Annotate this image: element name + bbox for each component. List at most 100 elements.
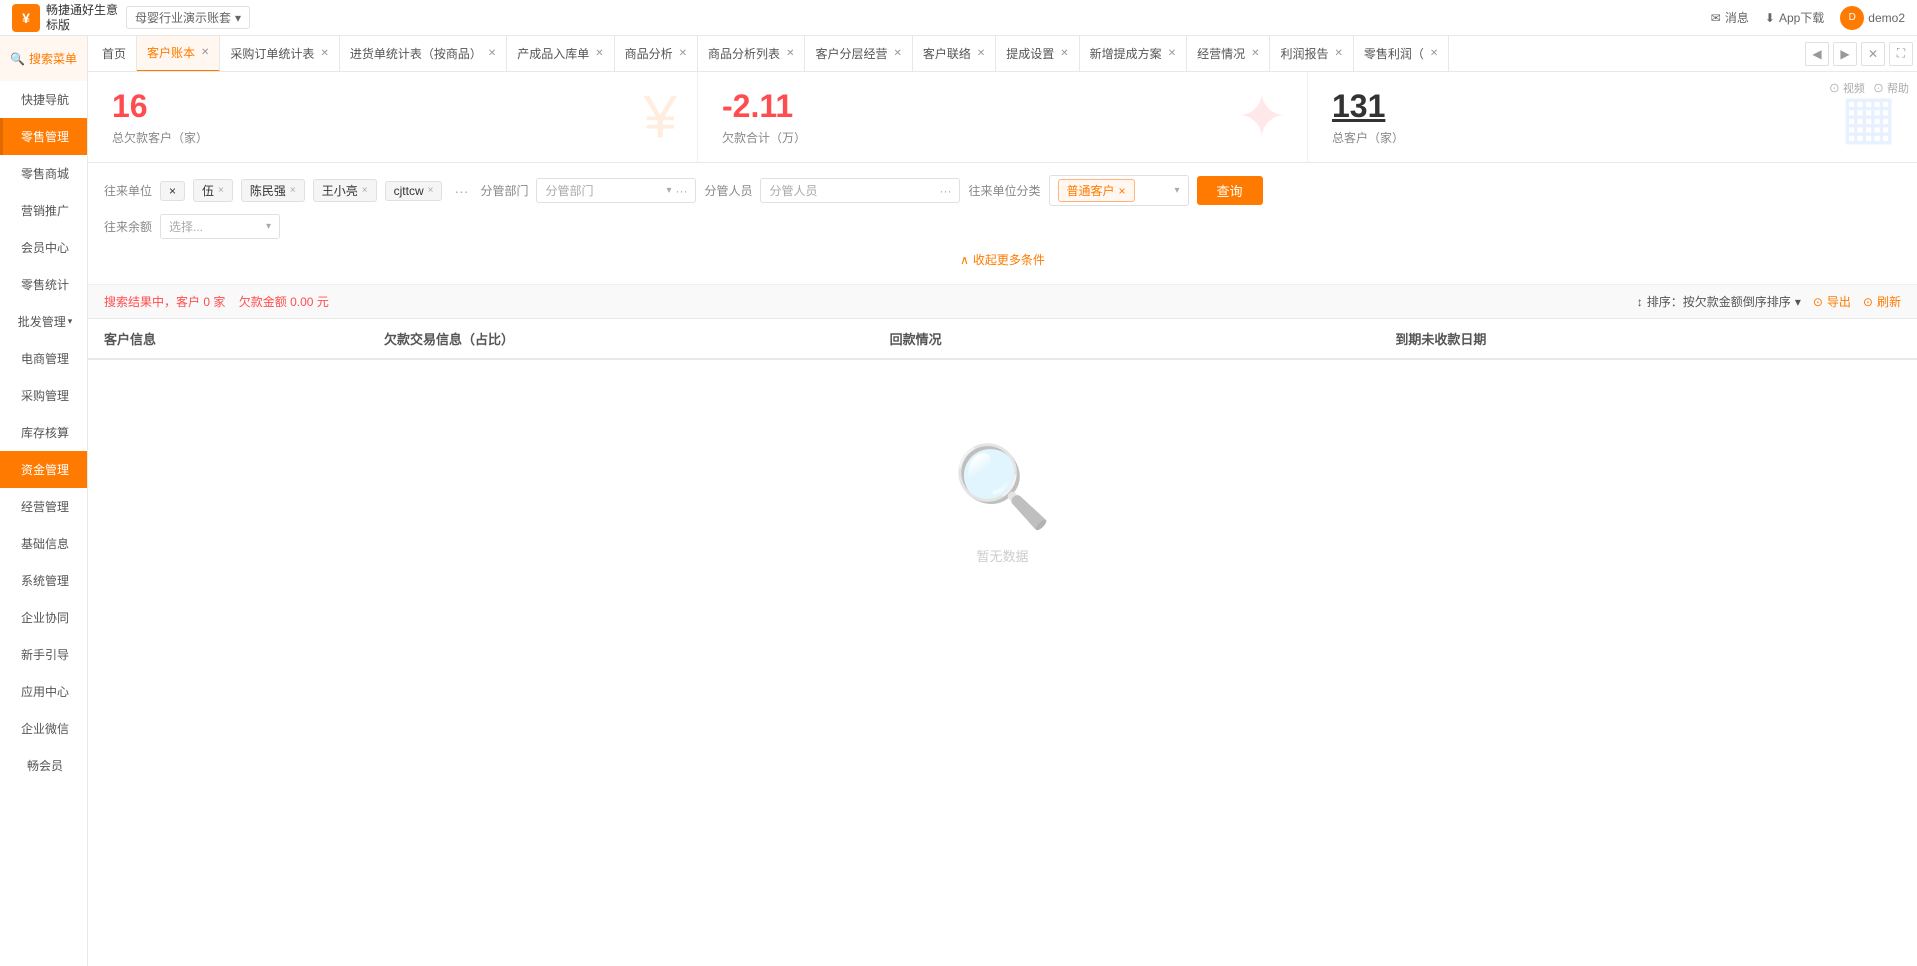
account-dropdown[interactable]: 母婴行业演示账套 ▾ bbox=[126, 6, 250, 29]
tab-profit-report[interactable]: 利润报告 ✕ bbox=[1270, 36, 1353, 72]
sidebar-item-marketing[interactable]: 营销推广 bbox=[0, 192, 87, 229]
filter-tag-close-wu[interactable]: × bbox=[218, 185, 224, 196]
tab-promote-settings[interactable]: 提成设置 ✕ bbox=[996, 36, 1079, 72]
tab-operation-status[interactable]: 经营情况 ✕ bbox=[1187, 36, 1270, 72]
filter-tag-close-chen[interactable]: × bbox=[290, 185, 296, 196]
message-btn[interactable]: ✉ 消息 bbox=[1711, 9, 1749, 26]
filter-tag-close-cjttcw[interactable]: × bbox=[428, 185, 434, 196]
sidebar-item-wholesale[interactable]: 批发管理 ▾ bbox=[0, 303, 87, 340]
tab-prev-btn[interactable]: ◀ bbox=[1805, 42, 1829, 66]
table-area: 客户信息 欠款交易信息（占比） 回款情况 到期未收款日期 🔍 暂无数据 bbox=[88, 319, 1917, 966]
sidebar-item-finance[interactable]: 资金管理 bbox=[0, 451, 87, 488]
sidebar-item-purchase[interactable]: 采购管理 bbox=[0, 377, 87, 414]
sidebar-item-retail-mgmt[interactable]: 零售管理 bbox=[0, 118, 87, 155]
tab-close-retail-profit[interactable]: ✕ bbox=[1430, 48, 1438, 59]
sidebar-item-system[interactable]: 系统管理 bbox=[0, 562, 87, 599]
sidebar: 🔍 搜索菜单 快捷导航 零售管理 零售商城 营销推广 会员中心 零售统计 批发管… bbox=[0, 36, 88, 966]
filter-person-select[interactable]: 分管人员 ··· bbox=[760, 178, 960, 203]
video-link[interactable]: ⊙ 视频 bbox=[1829, 80, 1865, 96]
tab-close-operation-status[interactable]: ✕ bbox=[1251, 48, 1259, 59]
tab-close-new-promote[interactable]: ✕ bbox=[1168, 48, 1176, 59]
sidebar-item-inventory[interactable]: 库存核算 bbox=[0, 414, 87, 451]
tab-customer-tier[interactable]: 客户分层经营 ✕ bbox=[805, 36, 912, 72]
stat-bg-star-icon: ✦ bbox=[1237, 82, 1287, 152]
filter-unit-class-select[interactable]: 普通客户 × ▾ bbox=[1049, 175, 1189, 206]
tab-customer-connect[interactable]: 客户联络 ✕ bbox=[913, 36, 996, 72]
filter-more-tags[interactable]: ··· bbox=[450, 183, 472, 199]
tab-close-promote-settings[interactable]: ✕ bbox=[1060, 48, 1068, 59]
filter-tag-close-normal[interactable]: × bbox=[1119, 184, 1126, 198]
sidebar-item-member[interactable]: 会员中心 bbox=[0, 229, 87, 266]
sidebar-item-ecommerce[interactable]: 电商管理 bbox=[0, 340, 87, 377]
tab-customer-book[interactable]: 客户账本 ✕ bbox=[137, 36, 220, 72]
filter-balance-select[interactable]: 选择... ▾ bbox=[160, 214, 280, 239]
tab-product-analysis[interactable]: 商品分析 ✕ bbox=[615, 36, 698, 72]
logo-icon: ¥ bbox=[12, 4, 40, 32]
chevron-up-icon: ∧ bbox=[960, 253, 969, 267]
result-bar: 搜索结果中，客户 0 家 欠款金额 0.00 元 ↕ 排序：按欠款金额倒序排序 … bbox=[88, 285, 1917, 319]
sidebar-item-basic-info[interactable]: 基础信息 bbox=[0, 525, 87, 562]
tab-close-purchase-stats[interactable]: ✕ bbox=[488, 48, 496, 59]
search-menu-btn[interactable]: 🔍 搜索菜单 bbox=[8, 46, 79, 71]
tab-close-all-btn[interactable]: ✕ bbox=[1861, 42, 1885, 66]
table-col-due-date: 到期未收款日期 bbox=[1395, 329, 1901, 348]
user-avatar-area[interactable]: D demo2 bbox=[1840, 6, 1905, 30]
download-icon: ⬇ bbox=[1765, 11, 1775, 25]
collapse-btn[interactable]: ∧ 收起更多条件 bbox=[948, 247, 1057, 272]
tab-product-instock[interactable]: 产成品入库单 ✕ bbox=[507, 36, 614, 72]
sidebar-item-enterprise-wechat[interactable]: 企业微信 bbox=[0, 710, 87, 747]
stat-overdue-amount: ✦ -2.11 欠款合计（万） bbox=[698, 72, 1308, 162]
filter-unit-class-label: 往来单位分类 bbox=[968, 182, 1040, 199]
filter-tag-unit-chen: 陈民强 × bbox=[241, 179, 305, 202]
tab-close-product-instock[interactable]: ✕ bbox=[595, 48, 603, 59]
tab-bar-actions: ◀ ▶ ✕ ⛶ bbox=[1805, 42, 1913, 66]
table-col-overdue-info: 欠款交易信息（占比） bbox=[384, 329, 890, 348]
export-btn[interactable]: ⊙ 导出 bbox=[1813, 293, 1851, 310]
message-icon: ✉ bbox=[1711, 11, 1721, 25]
sidebar-item-retail-stats[interactable]: 零售统计 bbox=[0, 266, 87, 303]
tab-next-btn[interactable]: ▶ bbox=[1833, 42, 1857, 66]
sidebar-item-quick-nav[interactable]: 快捷导航 bbox=[0, 81, 87, 118]
filter-tag-close-wang[interactable]: × bbox=[362, 185, 368, 196]
tab-close-purchase-order[interactable]: ✕ bbox=[320, 48, 328, 59]
tab-close-product-analysis[interactable]: ✕ bbox=[679, 48, 687, 59]
top-bar-right: ✉ 消息 ⬇ App下载 D demo2 bbox=[1711, 6, 1905, 30]
chevron-down-icon: ▾ bbox=[1795, 295, 1801, 309]
stat-label-total-customers: 总客户（家） bbox=[1332, 129, 1893, 146]
tab-home[interactable]: 首页 bbox=[92, 36, 137, 72]
table-header: 客户信息 欠款交易信息（占比） 回款情况 到期未收款日期 bbox=[88, 319, 1917, 360]
tab-retail-profit[interactable]: 零售利润（ ✕ bbox=[1354, 36, 1449, 72]
top-bar-left: ¥ 畅捷通好生意 标版 母婴行业演示账套 ▾ bbox=[12, 3, 250, 32]
filter-tag-unit-wu: 伍 × bbox=[193, 179, 233, 202]
app-download-btn[interactable]: ⬇ App下载 bbox=[1765, 9, 1824, 26]
refresh-btn[interactable]: ⊙ 刷新 bbox=[1863, 293, 1901, 310]
tab-close-customer-tier[interactable]: ✕ bbox=[893, 48, 901, 59]
sidebar-item-retail-store[interactable]: 零售商城 bbox=[0, 155, 87, 192]
filter-tag-normal-customer: 普通客户 × bbox=[1058, 179, 1135, 202]
top-bar: ¥ 畅捷通好生意 标版 母婴行业演示账套 ▾ ✉ 消息 ⬇ App下载 D de… bbox=[0, 0, 1917, 36]
tab-close-customer-book[interactable]: ✕ bbox=[201, 47, 209, 58]
filter-row-1: 往来单位 × 伍 × 陈民强 × 王小亮 × bbox=[104, 175, 1901, 206]
tab-purchase-stats[interactable]: 进货单统计表（按商品） ✕ bbox=[340, 36, 507, 72]
query-button[interactable]: 查询 bbox=[1197, 176, 1263, 205]
tab-bar: 首页 客户账本 ✕ 采购订单统计表 ✕ 进货单统计表（按商品） ✕ 产成品入库单… bbox=[88, 36, 1917, 72]
sort-btn[interactable]: ↕ 排序：按欠款金额倒序排序 ▾ bbox=[1637, 293, 1801, 310]
sidebar-item-enterprise-collab[interactable]: 企业协同 bbox=[0, 599, 87, 636]
tab-new-promote[interactable]: 新增提成方案 ✕ bbox=[1080, 36, 1187, 72]
sidebar-item-vip-member[interactable]: 畅会员 bbox=[0, 747, 87, 784]
tab-close-profit-report[interactable]: ✕ bbox=[1335, 48, 1343, 59]
sidebar-item-operation[interactable]: 经营管理 bbox=[0, 488, 87, 525]
tab-close-product-analysis-list[interactable]: ✕ bbox=[786, 48, 794, 59]
help-link[interactable]: ⊙ 帮助 bbox=[1873, 80, 1909, 96]
tab-close-customer-connect[interactable]: ✕ bbox=[977, 48, 985, 59]
tab-product-analysis-list[interactable]: 商品分析列表 ✕ bbox=[698, 36, 805, 72]
filter-dept-more[interactable]: ··· bbox=[675, 184, 687, 198]
filter-person-more[interactable]: ··· bbox=[939, 184, 951, 198]
tab-expand-btn[interactable]: ⛶ bbox=[1889, 42, 1913, 66]
sidebar-item-new-guide[interactable]: 新手引导 bbox=[0, 636, 87, 673]
table-col-repayment: 回款情况 bbox=[890, 329, 1396, 348]
filter-dept-select[interactable]: 分管部门 ▾ ··· bbox=[536, 178, 696, 203]
sidebar-item-app-center[interactable]: 应用中心 bbox=[0, 673, 87, 710]
chevron-down-icon: ▾ bbox=[235, 11, 241, 25]
tab-purchase-order[interactable]: 采购订单统计表 ✕ bbox=[220, 36, 339, 72]
